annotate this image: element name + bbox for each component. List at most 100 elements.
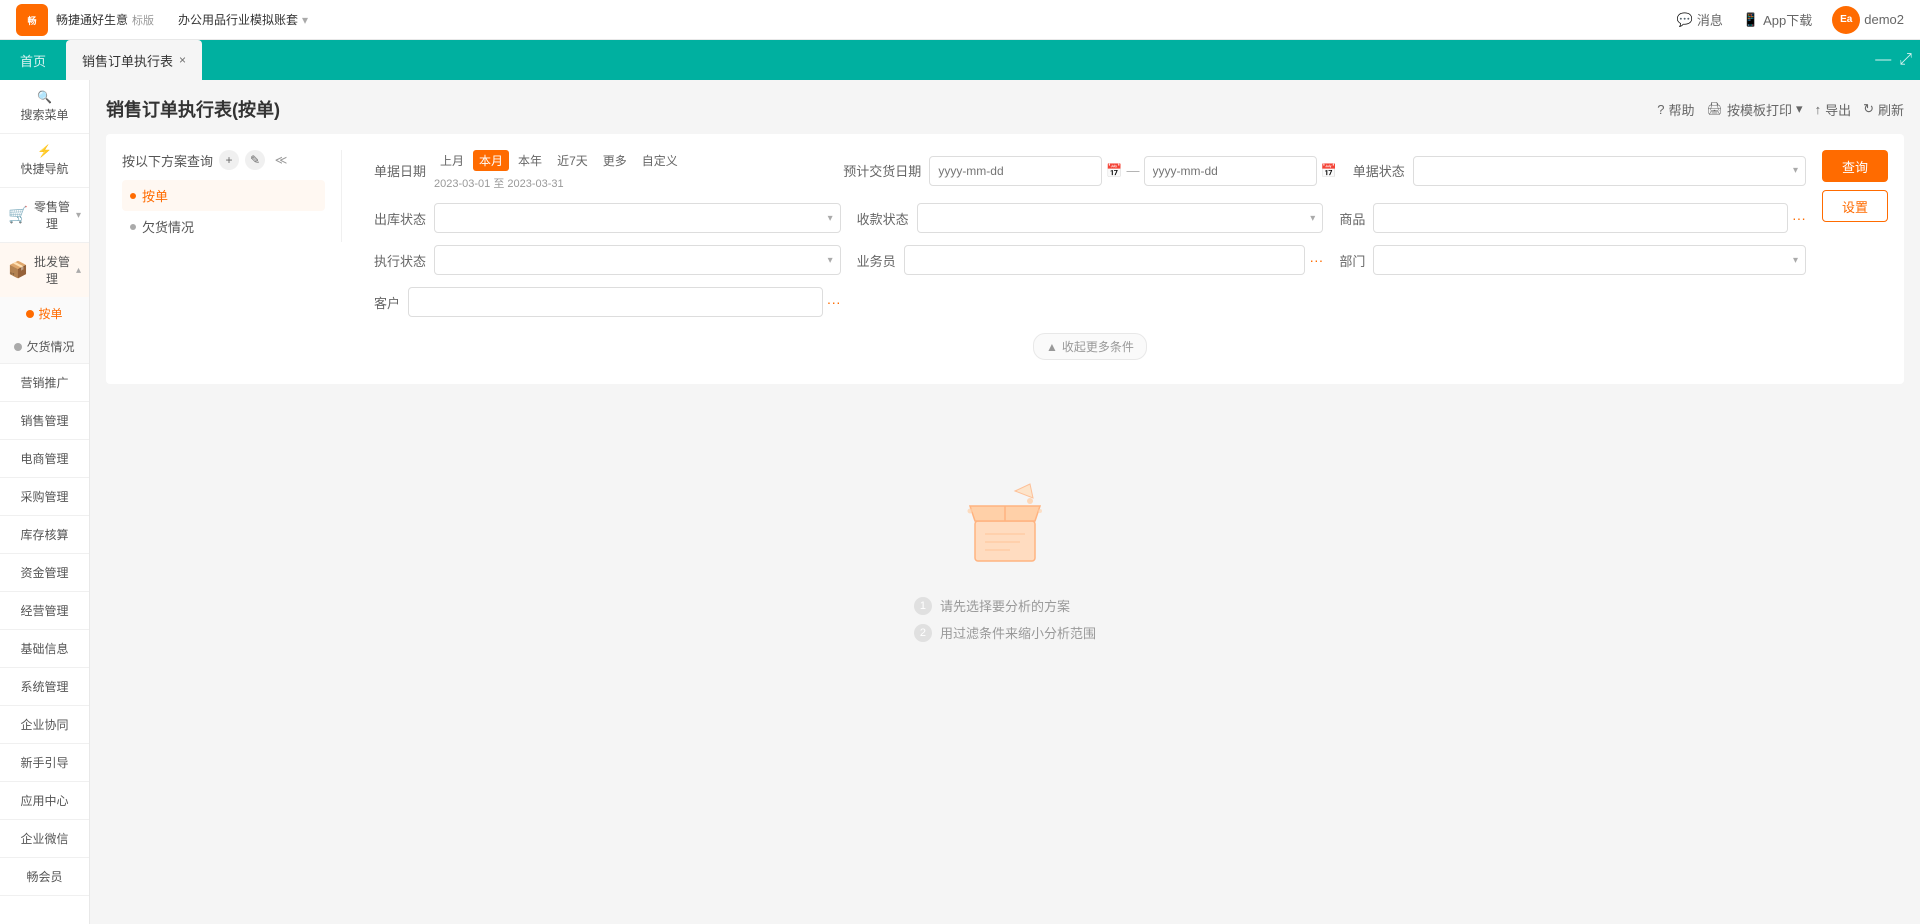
status-select-wrapper: ▾ [1413,156,1806,186]
date-year-btn[interactable]: 本年 [512,150,548,171]
doc-type-label[interactable]: 办公用品行业模拟账套 ▾ [178,11,308,28]
scheme-item-debt[interactable]: 欠货情况 [122,211,325,242]
status-label: 单据状态 [1353,161,1405,180]
empty-illustration [955,476,1055,576]
salesman-dots-icon[interactable]: ··· [1309,252,1323,268]
sidebar-item-press[interactable]: 按单 [0,297,89,330]
sidebar-item-stock[interactable]: 库存核算 [0,516,89,553]
window-minimize-icon[interactable]: — [1875,51,1891,69]
sidebar-item-system[interactable]: 系统管理 [0,668,89,705]
expected-date-end-calendar-icon[interactable]: 📅 [1321,163,1337,179]
collapse-scheme-btn[interactable]: ≪ [271,150,291,170]
scheme-list: 按单 欠货情况 [122,180,325,242]
sidebar-item-ecom[interactable]: 电商管理 [0,440,89,477]
sidebar-press-label: 按单 [38,305,62,322]
date-prev-btn[interactable]: 上月 [434,150,470,171]
sidebar-item-member[interactable]: 畅会员 [0,858,89,895]
tab-sales-label: 销售订单执行表 [82,51,173,70]
tab-home[interactable]: 首页 [0,40,66,80]
sidebar-stock-section: 库存核算 [0,516,89,554]
stock-label: 库存核算 [20,526,68,543]
date-more-btn[interactable]: 更多 [597,150,633,171]
sidebar-item-retail[interactable]: 🛒 零售管理 ▾ [0,188,89,242]
goods-dots-icon[interactable]: ··· [1792,210,1806,226]
sidebar-item-basic[interactable]: 基础信息 [0,630,89,667]
empty-step-2: 2 用过滤条件来缩小分析范围 [914,623,1096,642]
date-7-btn[interactable]: 近7天 [551,150,594,171]
exec-status-label: 执行状态 [374,251,426,270]
sidebar-wechat-section: 企业微信 [0,820,89,858]
finance-label: 资金管理 [20,564,68,581]
receive-status-select[interactable] [917,203,1324,233]
user-label: demo2 [1864,12,1904,27]
filter-customer-field: 客户 ··· [374,287,841,317]
user-profile[interactable]: Ea demo2 [1832,6,1904,34]
export-btn[interactable]: ↑ 导出 [1815,100,1852,119]
sidebar-item-wechat[interactable]: 企业微信 [0,820,89,857]
scheme-press-label: 按单 [142,186,168,205]
sidebar-item-marketing[interactable]: 营销推广 [0,364,89,401]
sidebar-item-quicknav[interactable]: ⚡ 快捷导航 [0,134,89,187]
empty-step-1: 1 请先选择要分析的方案 [914,596,1096,615]
sub-title: 标版 [132,12,154,28]
sidebar-item-purchase[interactable]: 采购管理 [0,478,89,515]
step-1-num: 1 [914,597,932,615]
empty-state: 1 请先选择要分析的方案 2 用过滤条件来缩小分析范围 [106,396,1904,722]
press-dot-icon [26,310,34,318]
expected-date-start-input[interactable] [929,156,1102,186]
goods-input[interactable] [1373,203,1788,233]
step-2-num-text: 2 [920,627,926,639]
status-select[interactable] [1413,156,1806,186]
sidebar-member-section: 畅会员 [0,858,89,896]
search-button[interactable]: 查询 [1822,150,1888,182]
system-label: 系统管理 [20,678,68,695]
sidebar-item-apps[interactable]: 应用中心 [0,782,89,819]
sidebar-item-corp[interactable]: 企业协同 [0,706,89,743]
dept-select[interactable] [1373,245,1806,275]
edit-scheme-btn[interactable]: ✎ [245,150,265,170]
app-title: 畅捷通好生意 标版 [56,11,154,28]
app-download-btn[interactable]: 📱 App下载 [1743,10,1812,29]
message-icon: 💬 [1677,12,1693,28]
exec-status-select[interactable] [434,245,841,275]
filter-row: 按以下方案查询 + ✎ ≪ 按单 [122,150,1888,368]
help-btn[interactable]: ? 帮助 [1657,100,1694,119]
filter-receive-status-field: 收款状态 ▾ [857,203,1324,233]
tab-sales-order[interactable]: 销售订单执行表 × [66,40,202,80]
out-status-select-wrapper: ▾ [434,203,841,233]
scheme-item-press[interactable]: 按单 [122,180,325,211]
member-label: 畅会员 [26,868,62,885]
sidebar-item-sales[interactable]: 销售管理 [0,402,89,439]
date-range-text: 2023-03-01 至 2023-03-31 [434,175,827,191]
setting-button[interactable]: 设置 [1822,190,1888,222]
customer-dots-icon[interactable]: ··· [827,294,841,310]
expected-date-end-input[interactable] [1144,156,1317,186]
window-expand-icon[interactable]: ⤢ [1899,51,1912,69]
basic-label: 基础信息 [20,640,68,657]
add-scheme-btn[interactable]: + [219,150,239,170]
collapse-more-btn[interactable]: ▲ 收起更多条件 [1033,333,1147,360]
search-icon: 🔍 [37,90,52,104]
message-btn[interactable]: 💬 消息 [1677,10,1723,29]
refresh-btn[interactable]: ↻ 刷新 [1863,100,1904,119]
sidebar-item-wholesale[interactable]: 📦 批发管理 ▴ [0,243,89,297]
step-2-num: 2 [914,624,932,642]
date-custom-btn[interactable]: 自定义 [636,150,684,171]
sidebar-purchase-section: 采购管理 [0,478,89,516]
sidebar-item-finance[interactable]: 资金管理 [0,554,89,591]
sidebar-item-ops[interactable]: 经营管理 [0,592,89,629]
expected-date-start-calendar-icon[interactable]: 📅 [1106,163,1122,179]
date-cur-btn[interactable]: 本月 [473,150,509,171]
tab-close-icon[interactable]: × [179,53,186,67]
sidebar-item-newbie[interactable]: 新手引导 [0,744,89,781]
sidebar-item-debt[interactable]: 欠货情况 [0,330,89,363]
sidebar-newbie-section: 新手引导 [0,744,89,782]
main-layout: 🔍 搜索菜单 ⚡ 快捷导航 🛒 零售管理 ▾ 📦 批发管理 ▴ [0,80,1920,924]
print-btn[interactable]: 🖨 按模板打印 ▾ [1707,100,1803,119]
apps-label: 应用中心 [20,792,68,809]
logo-text: 畅捷通好生意 [56,11,128,28]
out-status-select[interactable] [434,203,841,233]
sidebar-search[interactable]: 🔍 搜索菜单 [0,80,89,133]
customer-input[interactable] [408,287,823,317]
salesman-input[interactable] [904,245,1306,275]
